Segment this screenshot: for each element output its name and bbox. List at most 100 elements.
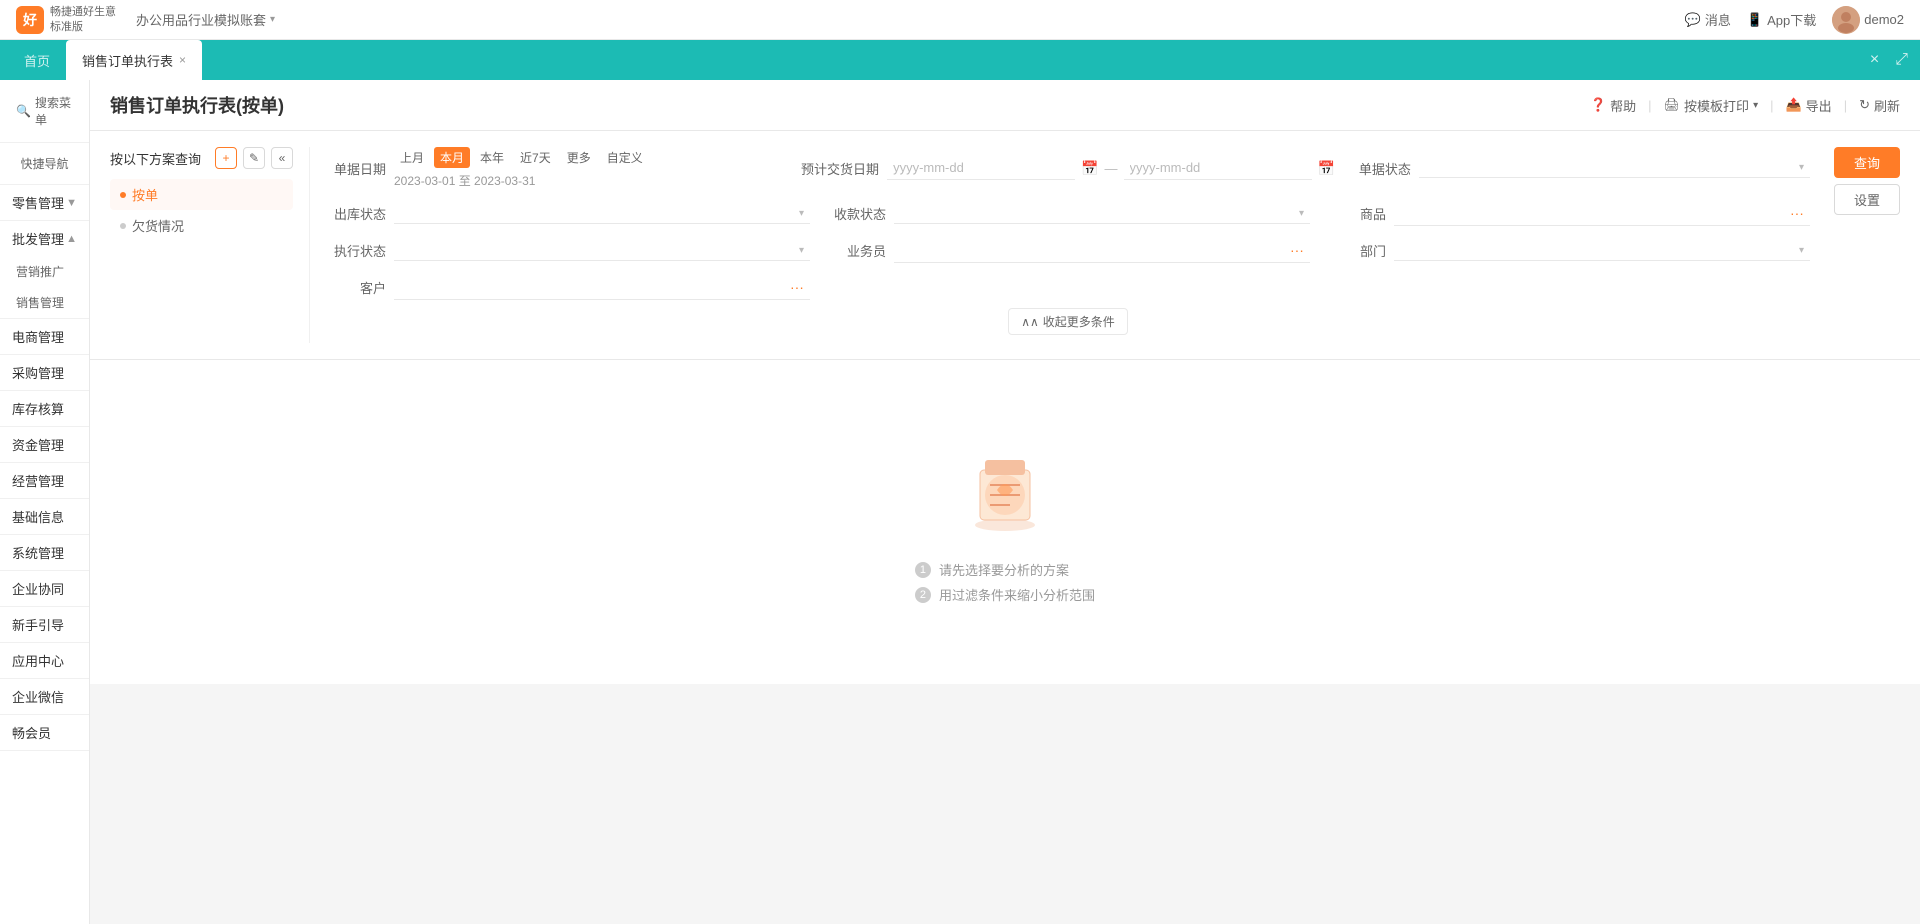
tab-close-icon[interactable]: × <box>179 53 186 67</box>
filter-scheme-panel: 按以下方案查询 + ✎ « 按单 欠货情况 <box>110 147 310 343</box>
tab-bar: 首页 销售订单执行表 × × ⤢ <box>0 40 1920 80</box>
sidebar-quick-nav-label: 快捷导航 <box>20 155 68 172</box>
filter-field-customer: 客户 ··· <box>326 275 810 300</box>
scheme-item-shortage[interactable]: 欠货情况 <box>110 210 293 241</box>
shipment-select[interactable]: ▾ <box>394 204 810 224</box>
sidebar-search: 🔍 搜索菜单 <box>0 80 89 143</box>
sidebar-collab-label: 企业协同 <box>12 579 64 598</box>
sidebar-section-member: 畅会员 <box>0 715 89 751</box>
print-btn[interactable]: 🖨 按模板打印 ▾ <box>1664 96 1759 115</box>
help-btn[interactable]: ❓ 帮助 <box>1590 96 1636 115</box>
logo-area: 好 畅捷通好生意 标准版 <box>16 5 116 34</box>
date-tab-more[interactable]: 更多 <box>561 147 597 168</box>
sidebar-group-guide[interactable]: 新手引导 <box>0 607 89 642</box>
collapse-scheme-btn[interactable]: « <box>271 147 293 169</box>
sidebar-section-ecommerce: 电商管理 <box>0 319 89 355</box>
sidebar-basic-label: 基础信息 <box>12 507 64 526</box>
empty-illustration <box>955 440 1055 540</box>
filter-field-order-date: 单据日期 上月 本月 本年 近7天 更多 自定义 <box>326 147 785 189</box>
sidebar-group-member[interactable]: 畅会员 <box>0 715 89 750</box>
delivery-date-start[interactable] <box>887 156 1075 180</box>
date-tab-prev-month[interactable]: 上月 <box>394 147 430 168</box>
order-status-chevron-icon: ▾ <box>1799 162 1804 173</box>
collapse-btn-label: 收起更多条件 <box>1043 313 1115 330</box>
query-btn[interactable]: 查询 <box>1834 147 1900 178</box>
sidebar-group-retail[interactable]: 零售管理 ▼ <box>0 185 89 220</box>
sidebar-group-wholesale[interactable]: 批发管理 ▲ <box>0 221 89 256</box>
sidebar-section-operation: 经营管理 <box>0 463 89 499</box>
empty-tip-2: 2 用过滤条件来缩小分析范围 <box>915 585 1095 604</box>
filter-field-payment: 收款状态 ▾ <box>826 204 1310 224</box>
sidebar-section-retail: 零售管理 ▼ <box>0 185 89 221</box>
sidebar-guide-label: 新手引导 <box>12 615 64 634</box>
payment-select[interactable]: ▾ <box>894 204 1310 224</box>
sidebar-search-label: 搜索菜单 <box>35 94 73 128</box>
empty-state: 1 请先选择要分析的方案 2 用过滤条件来缩小分析范围 <box>90 360 1920 684</box>
avatar <box>1832 6 1860 34</box>
sidebar-section-purchase: 采购管理 <box>0 355 89 391</box>
export-btn[interactable]: 📤 导出 <box>1785 96 1831 115</box>
edit-scheme-btn[interactable]: ✎ <box>243 147 265 169</box>
sidebar-group-collab[interactable]: 企业协同 <box>0 571 89 606</box>
app-dropdown[interactable]: 办公用品行业模拟账套 ▾ <box>136 10 1685 29</box>
collapse-conditions-btn[interactable]: ∧∧ 收起更多条件 <box>1008 308 1128 335</box>
user-info[interactable]: demo2 <box>1832 6 1904 34</box>
delivery-date-end[interactable] <box>1124 156 1312 180</box>
product-picker-btn[interactable]: ··· <box>1790 205 1804 221</box>
top-bar: 好 畅捷通好生意 标准版 办公用品行业模拟账套 ▾ 💬 消息 📱 App下载 d… <box>0 0 1920 40</box>
sidebar-group-basic[interactable]: 基础信息 <box>0 499 89 534</box>
scheme-active-dot <box>120 192 126 198</box>
order-status-select[interactable]: ▾ <box>1419 158 1810 178</box>
calendar-icon-start[interactable]: 📅 <box>1081 160 1098 177</box>
sidebar-wechat-label: 企业微信 <box>12 687 64 706</box>
sidebar-group-operation[interactable]: 经营管理 <box>0 463 89 498</box>
username-label: demo2 <box>1864 12 1904 27</box>
date-tab-7days[interactable]: 近7天 <box>514 147 557 168</box>
sidebar-group-purchase[interactable]: 采购管理 <box>0 355 89 390</box>
department-select[interactable]: ▾ <box>1394 241 1810 261</box>
exec-status-chevron-icon: ▾ <box>799 245 804 256</box>
tip-1-num: 1 <box>915 562 931 578</box>
sidebar-item-quick-nav[interactable]: 快捷导航 <box>0 147 89 180</box>
help-label: 帮助 <box>1610 96 1636 115</box>
sidebar-item-sales[interactable]: 销售管理 <box>0 287 89 318</box>
top-right-actions: 💬 消息 📱 App下载 demo2 <box>1685 6 1904 34</box>
scheme-item-by-order[interactable]: 按单 <box>110 179 293 210</box>
sidebar-group-inventory[interactable]: 库存核算 <box>0 391 89 426</box>
tab-sales-order[interactable]: 销售订单执行表 × <box>66 40 202 80</box>
expand-window-btn[interactable]: ⤢ <box>1891 47 1912 73</box>
sidebar-retail-icon: ▼ <box>66 197 77 209</box>
shipment-chevron-icon: ▾ <box>799 208 804 219</box>
sidebar-search-item[interactable]: 🔍 搜索菜单 <box>8 88 81 134</box>
sidebar-group-finance[interactable]: 资金管理 <box>0 427 89 462</box>
sidebar-group-wechat[interactable]: 企业微信 <box>0 679 89 714</box>
close-window-btn[interactable]: × <box>1866 47 1883 73</box>
message-btn[interactable]: 💬 消息 <box>1685 10 1731 29</box>
sidebar-group-ecommerce[interactable]: 电商管理 <box>0 319 89 354</box>
filter-actions-row: ∧∧ 收起更多条件 <box>326 300 1810 343</box>
sidebar-quick-nav: 快捷导航 <box>0 143 89 185</box>
date-tab-custom[interactable]: 自定义 <box>601 147 649 168</box>
calendar-icon-end[interactable]: 📅 <box>1318 160 1335 177</box>
add-scheme-btn[interactable]: + <box>215 147 237 169</box>
date-tab-current-month[interactable]: 本月 <box>434 147 470 168</box>
payment-label: 收款状态 <box>826 204 886 223</box>
settings-btn[interactable]: 设置 <box>1834 184 1900 215</box>
print-label: 按模板打印 <box>1684 96 1749 115</box>
sidebar-group-appcenter[interactable]: 应用中心 <box>0 643 89 678</box>
customer-picker-btn[interactable]: ··· <box>790 279 804 295</box>
tab-home[interactable]: 首页 <box>8 40 66 80</box>
refresh-btn[interactable]: ↻ 刷新 <box>1859 96 1900 115</box>
sidebar-group-system[interactable]: 系统管理 <box>0 535 89 570</box>
exec-status-select[interactable]: ▾ <box>394 241 810 261</box>
print-chevron-icon: ▾ <box>1753 100 1758 111</box>
app-download-btn[interactable]: 📱 App下载 <box>1747 10 1816 29</box>
sidebar-item-marketing[interactable]: 营销推广 <box>0 256 89 287</box>
sidebar-section-wholesale: 批发管理 ▲ 营销推广 销售管理 <box>0 221 89 319</box>
filter-field-delivery-date: 预计交货日期 📅 — 📅 <box>801 156 1335 180</box>
refresh-label: 刷新 <box>1874 96 1900 115</box>
salesperson-picker-btn[interactable]: ··· <box>1290 242 1304 258</box>
order-status-label: 单据状态 <box>1351 159 1411 178</box>
date-tab-year[interactable]: 本年 <box>474 147 510 168</box>
filter-field-product: 商品 ··· <box>1326 201 1810 226</box>
